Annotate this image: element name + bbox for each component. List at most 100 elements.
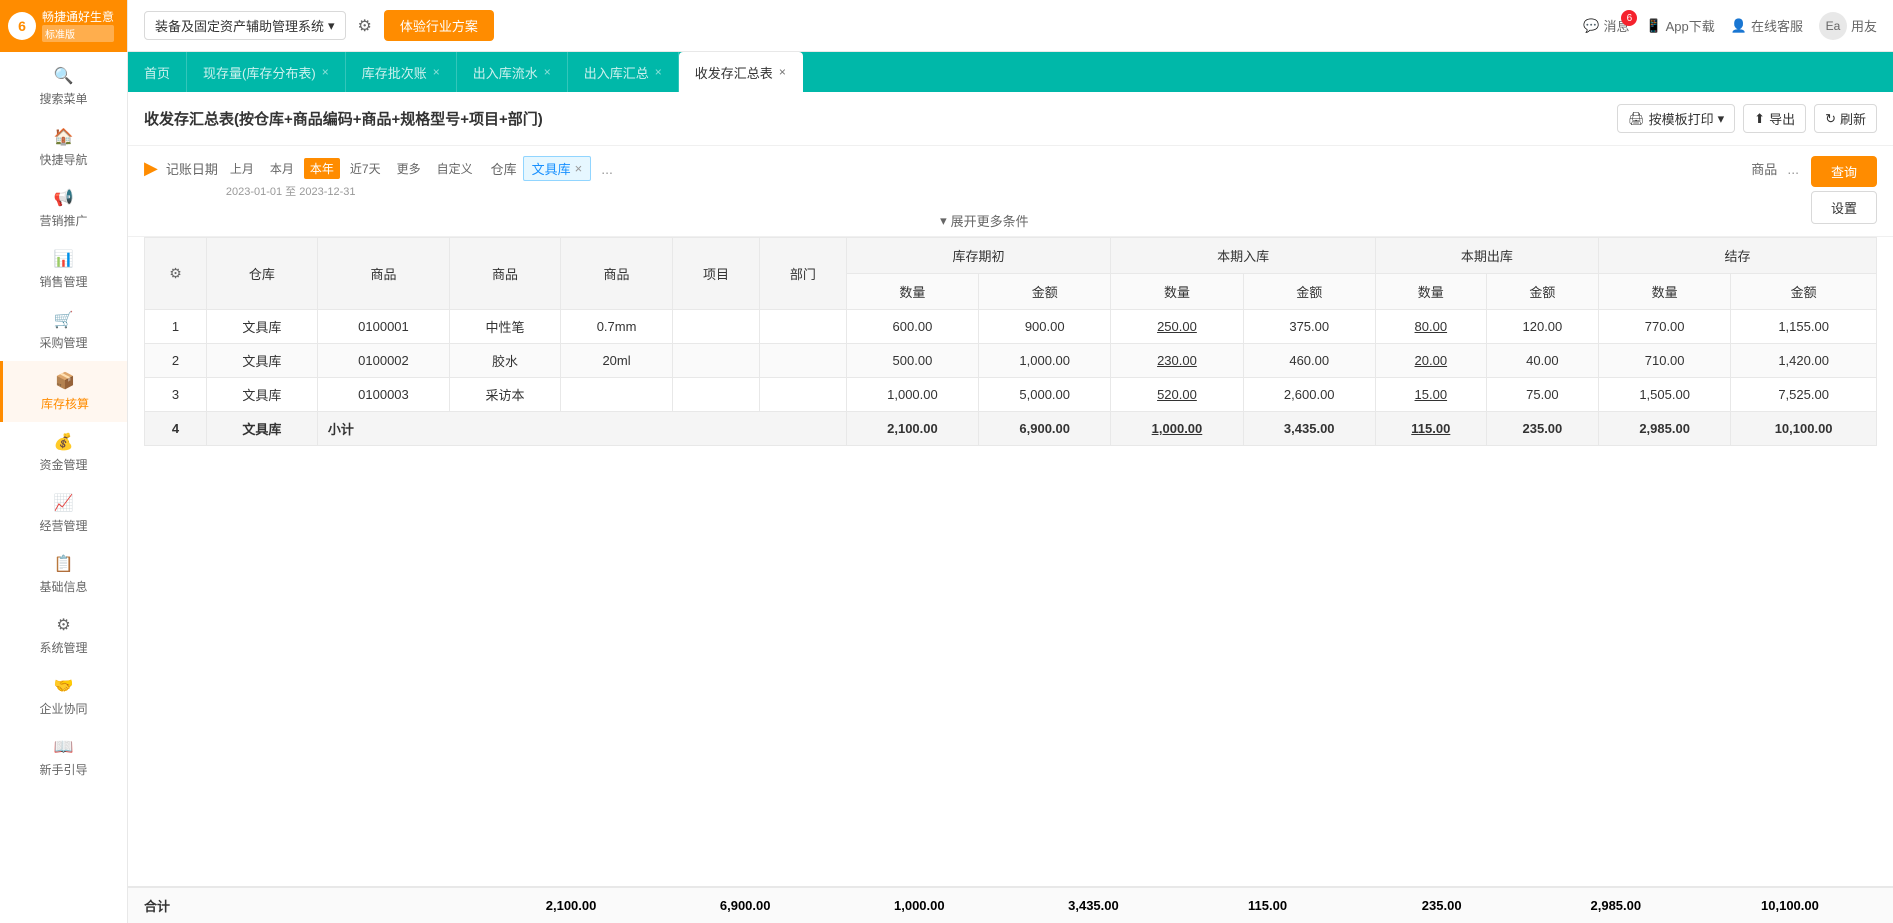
tab-rec-send-summary[interactable]: 收发存汇总表×	[679, 52, 803, 92]
tab-close-inout-flow[interactable]: ×	[544, 65, 551, 79]
expand-conditions-button[interactable]: ▾ 展开更多条件	[940, 211, 1029, 230]
tab-inout-summary[interactable]: 出入库汇总×	[568, 52, 679, 92]
date-quick-btn-本年[interactable]: 本年	[304, 158, 340, 179]
row-project	[673, 344, 760, 378]
warehouse-tag[interactable]: 文具库 ×	[523, 156, 592, 181]
sidebar-nav: 🔍搜索菜单🏠快捷导航 📢 营销推广 📊销售管理🛒采购管理📦库存核算💰资金管理📈经营管理…	[0, 52, 127, 923]
tab-close-stock-dist[interactable]: ×	[322, 65, 329, 79]
sidebar-item-purchase[interactable]: 🛒采购管理	[0, 300, 127, 361]
search-icon: 🔍	[54, 66, 74, 86]
tab-stock-dist[interactable]: 现存量(库存分布表)×	[187, 52, 346, 92]
date-range-display: 2023-01-01 至 2023-12-31	[166, 183, 1803, 199]
tab-close-inout-summary[interactable]: ×	[655, 65, 662, 79]
filter-settings-button[interactable]: 设置	[1811, 191, 1877, 224]
row-code: 0100001	[317, 310, 449, 344]
row-out-qty[interactable]: 80.00	[1375, 310, 1486, 344]
footer-bal-amt: 10,100.00	[1703, 898, 1877, 913]
tab-home[interactable]: 首页	[128, 52, 187, 92]
row-warehouse: 文具库	[206, 344, 317, 378]
refresh-button[interactable]: ↻ 刷新	[1814, 104, 1877, 133]
col-period-in: 本期入库	[1111, 238, 1376, 274]
footer-bal-qty: 2,985.00	[1529, 898, 1703, 913]
tab-close-batch[interactable]: ×	[433, 65, 440, 79]
footer-begin-qty: 2,100.00	[484, 898, 658, 913]
filter-date-section: 记账日期 上月本月本年近7天更多自定义	[166, 158, 479, 179]
row-begin-amt: 1,000.00	[979, 344, 1111, 378]
date-quick-btn-自定义[interactable]: 自定义	[431, 158, 479, 179]
row-out-qty[interactable]: 20.00	[1375, 344, 1486, 378]
table-row: 3 文具库 0100003 采访本 1,000.00 5,000.00 520.…	[145, 378, 1877, 412]
warehouse-label: 仓库	[491, 159, 517, 178]
sidebar-item-search[interactable]: 🔍搜索菜单	[0, 56, 127, 117]
date-quick-btn-本月[interactable]: 本月	[264, 158, 300, 179]
sidebar-item-sales[interactable]: 📊销售管理	[0, 239, 127, 300]
row-in-qty[interactable]: 520.00	[1111, 378, 1243, 412]
subtotal-row: 4 文具库 小计 2,100.00 6,900.00 1,000.00 3,43…	[145, 412, 1877, 446]
row-in-qty[interactable]: 230.00	[1111, 344, 1243, 378]
row-no: 1	[145, 310, 207, 344]
settings-icon[interactable]: ⚙	[358, 16, 372, 36]
row-project	[673, 310, 760, 344]
expand-row: ▾ 展开更多条件	[166, 199, 1803, 236]
sidebar-item-basic-info[interactable]: 📋基础信息	[0, 544, 127, 605]
sidebar-item-system[interactable]: ⚙系统管理	[0, 605, 127, 666]
row-bal-qty: 770.00	[1599, 310, 1731, 344]
sales-icon: 📊	[54, 249, 74, 269]
sidebar-item-guide[interactable]: 📖新手引导	[0, 727, 127, 788]
system-selector[interactable]: 装备及固定资产辅助管理系统 ▾	[144, 11, 346, 40]
filter-warehouse-section: 仓库 文具库 × ...	[491, 156, 617, 181]
tab-label-inout-flow: 出入库流水	[473, 63, 538, 82]
warehouse-ellipsis[interactable]: ...	[597, 161, 617, 177]
filter-section: ▶ 记账日期 上月本月本年近7天更多自定义 仓库	[128, 146, 1893, 237]
app-download-button[interactable]: 📱 App下载	[1645, 16, 1714, 35]
sidebar-item-finance[interactable]: 💰资金管理	[0, 422, 127, 483]
col-project: 项目	[673, 238, 760, 310]
tab-batch[interactable]: 库存批次账×	[346, 52, 457, 92]
tabbar: 首页现存量(库存分布表)×库存批次账×出入库流水×出入库汇总×收发存汇总表×	[128, 52, 1893, 92]
trial-button[interactable]: 体验行业方案	[384, 10, 494, 41]
sidebar-item-enterprise[interactable]: 🤝企业协同	[0, 666, 127, 727]
avatar: Ea	[1819, 12, 1847, 40]
user-button[interactable]: Ea 用友	[1819, 12, 1877, 40]
tab-inout-flow[interactable]: 出入库流水 ×	[457, 52, 568, 92]
finance-icon: 💰	[54, 432, 74, 452]
row-out-qty[interactable]: 15.00	[1375, 378, 1486, 412]
sidebar-item-inventory[interactable]: 📦库存核算	[0, 361, 127, 422]
sidebar-label-operations: 经营管理	[39, 517, 87, 534]
date-quick-btn-近7天[interactable]: 近7天	[344, 158, 387, 179]
filter-collapse-arrow[interactable]: ▶	[144, 158, 158, 179]
logo-icon: 6	[8, 12, 36, 40]
query-button[interactable]: 查询	[1811, 156, 1877, 187]
col-settings[interactable]: ⚙	[145, 238, 207, 310]
footer-label: 合计	[144, 896, 484, 915]
sidebar-label-marketing: 营销推广	[39, 212, 87, 229]
date-quick-btn-上月[interactable]: 上月	[224, 158, 260, 179]
row-out-amt: 40.00	[1486, 344, 1598, 378]
sidebar-item-operations[interactable]: 📈经营管理	[0, 483, 127, 544]
subtotal-out-qty[interactable]: 115.00	[1375, 412, 1486, 446]
message-button[interactable]: 💬 消息 6	[1583, 16, 1629, 35]
online-service-button[interactable]: 👤 在线客服	[1731, 16, 1803, 35]
table-footer: 合计 2,100.00 6,900.00 1,000.00 3,435.00 1…	[128, 886, 1893, 923]
sidebar-item-quick-nav[interactable]: 🏠快捷导航	[0, 117, 127, 178]
row-in-qty[interactable]: 250.00	[1111, 310, 1243, 344]
row-bal-amt: 7,525.00	[1731, 378, 1877, 412]
sidebar-item-marketing[interactable]: 📢 营销推广	[0, 178, 127, 239]
export-button[interactable]: ⬆ 导出	[1743, 104, 1806, 133]
tab-close-rec-send-summary[interactable]: ×	[779, 65, 786, 79]
marketing-icon: 📢	[54, 188, 74, 208]
subtotal-in-qty[interactable]: 1,000.00	[1111, 412, 1243, 446]
subtotal-label: 小计	[317, 412, 846, 446]
goods-ellipsis[interactable]: ...	[1783, 161, 1803, 177]
purchase-icon: 🛒	[54, 310, 74, 330]
date-quick-btn-更多[interactable]: 更多	[391, 158, 427, 179]
warehouse-tag-close[interactable]: ×	[575, 161, 583, 176]
print-button[interactable]: 🖨 按模板打印 ▾	[1617, 104, 1735, 133]
col-begin-amt: 金额	[979, 274, 1111, 310]
sidebar: 6 畅捷通好生意 标准版 🔍搜索菜单🏠快捷导航📢营销推广📊销售管理🛒采购管理📦库…	[0, 0, 128, 923]
print-label: 按模板打印	[1649, 109, 1714, 128]
page-header: 收发存汇总表(按仓库+商品编码+商品+规格型号+项目+部门) 🖨 按模板打印 ▾…	[128, 92, 1893, 146]
data-table: ⚙ 仓库 商品 商品 商品 项目 部门 库存期初 本期入库 本期出库 结存	[144, 237, 1877, 446]
page-actions: 🖨 按模板打印 ▾ ⬆ 导出 ↻ 刷新	[1617, 104, 1877, 133]
refresh-label: 刷新	[1840, 109, 1866, 128]
